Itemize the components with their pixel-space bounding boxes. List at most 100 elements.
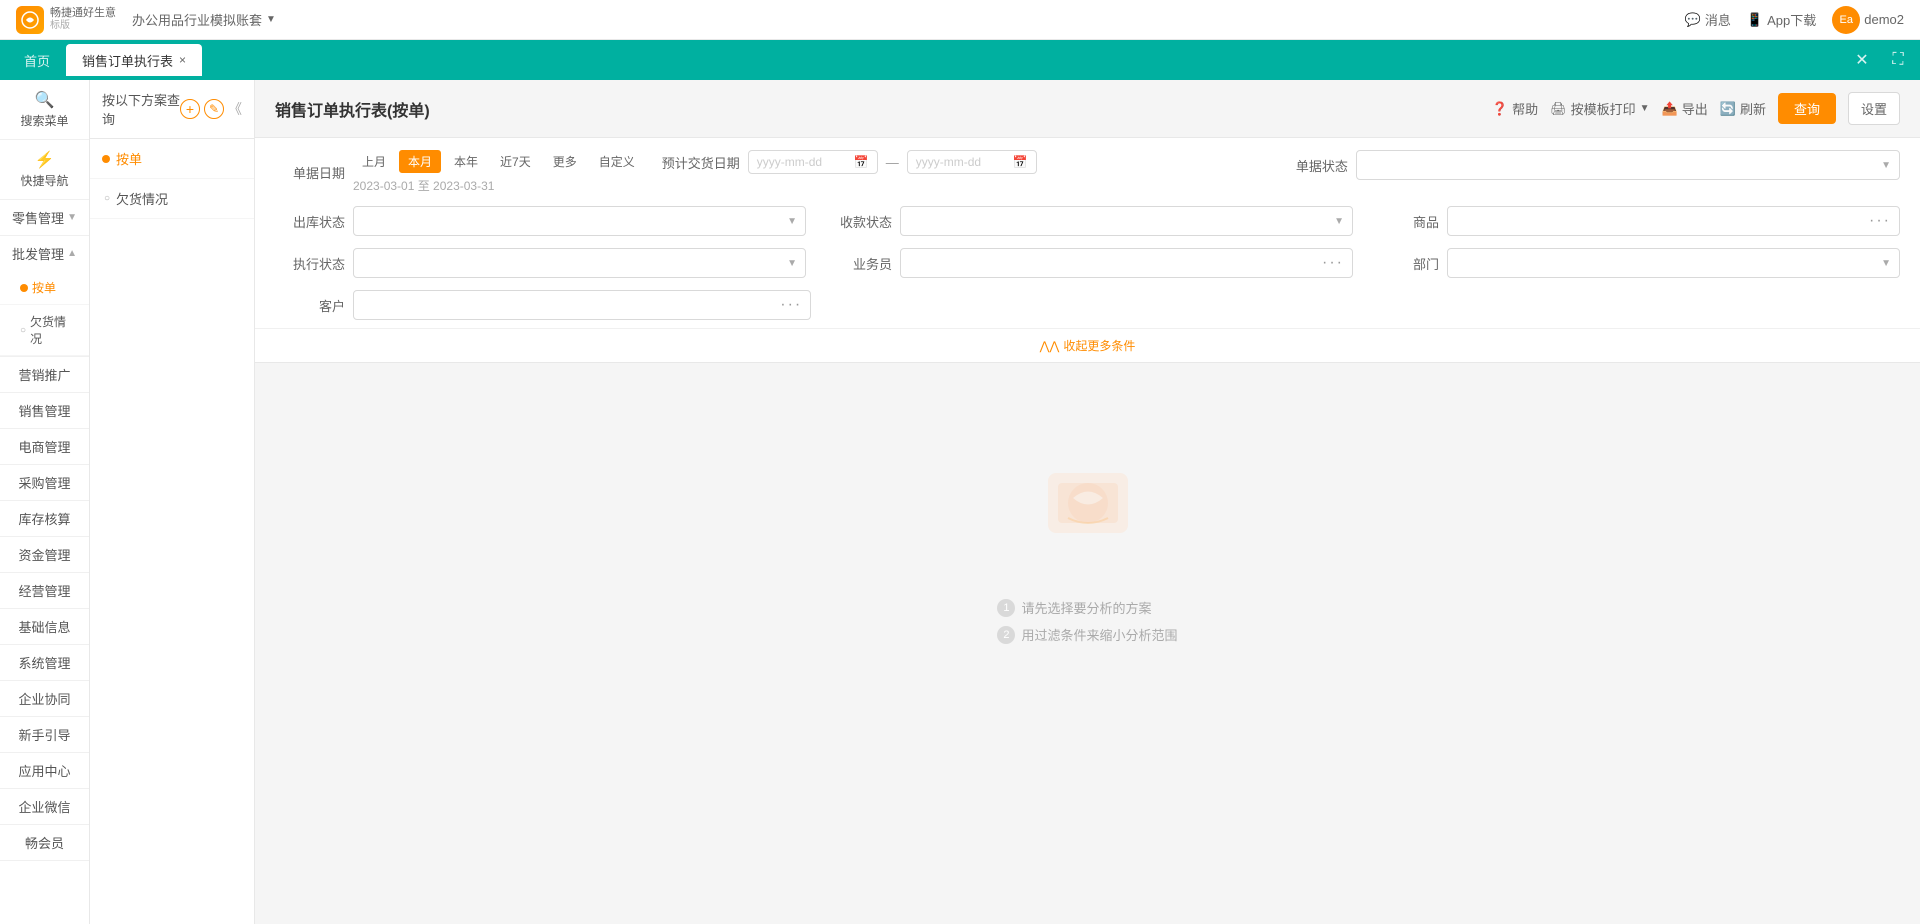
customer-label: 客户 <box>275 296 345 315</box>
receipt-arrow-icon: ▼ <box>1334 216 1344 227</box>
chevron-up-icon: ▲ <box>67 248 77 259</box>
left-panel: 按以下方案查询 + ✎ 《 按单 ○ 欠货情况 <box>90 80 255 924</box>
date-tab-this-month[interactable]: 本月 <box>399 150 441 173</box>
backorder-icon: ○ <box>104 193 110 204</box>
sidebar-sub-item-backorder[interactable]: ○ 欠货情况 <box>0 305 89 356</box>
date-tab-more[interactable]: 更多 <box>544 150 586 173</box>
wholesale-header[interactable]: 批发管理 ▲ <box>0 236 89 271</box>
app-download-button[interactable]: 📱 App下载 <box>1747 10 1816 29</box>
main-body: 销售订单执行表(按单) ❓ 帮助 🖨 按模板打印 ▼ 📤 导出 <box>255 80 1920 924</box>
tab-close-icon[interactable]: × <box>179 53 186 67</box>
page-title: 销售订单执行表(按单) <box>275 97 430 121</box>
exec-arrow-icon: ▼ <box>787 258 797 269</box>
calendar-icon: 📅 <box>854 155 869 169</box>
active-item-dot <box>102 155 110 163</box>
outbound-label: 出库状态 <box>275 212 345 231</box>
department-select[interactable]: ▼ <box>1447 248 1900 278</box>
sidebar-item-purchase[interactable]: 采购管理 <box>0 465 89 501</box>
salesman-dots-icon[interactable]: ··· <box>1322 254 1344 272</box>
export-button[interactable]: 📤 导出 <box>1662 99 1708 118</box>
print-button[interactable]: 🖨 按模板打印 ▼ <box>1550 99 1649 118</box>
product-select[interactable]: ··· <box>1447 206 1900 236</box>
select-arrow-icon: ▼ <box>1881 160 1891 171</box>
sidebar-item-sales[interactable]: 销售管理 <box>0 393 89 429</box>
sidebar-item-basic[interactable]: 基础信息 <box>0 609 89 645</box>
date-tab-last-month[interactable]: 上月 <box>353 150 395 173</box>
close-window-button[interactable]: ✕ <box>1848 46 1876 74</box>
salesman-select[interactable]: ··· <box>900 248 1353 278</box>
department-arrow-icon: ▼ <box>1881 258 1891 269</box>
sidebar-item-marketing[interactable]: 营销推广 <box>0 357 89 393</box>
collapse-left-panel-button[interactable]: 《 <box>228 99 242 119</box>
order-status-select[interactable]: ▼ <box>1356 150 1900 180</box>
sidebar-item-quick-nav[interactable]: ⚡ 快捷导航 <box>0 140 89 200</box>
date-tab-custom[interactable]: 自定义 <box>590 150 644 173</box>
query-button[interactable]: 查询 <box>1778 93 1836 124</box>
customer-select[interactable]: ··· <box>353 290 811 320</box>
sidebar-sub-item-order[interactable]: 按单 <box>0 271 89 305</box>
sub-icon: ○ <box>20 325 26 336</box>
maximize-button[interactable]: ⛶ <box>1884 46 1912 74</box>
collapse-button[interactable]: ⋀⋀ 收起更多条件 <box>255 328 1920 362</box>
date-tab-7days[interactable]: 近7天 <box>491 150 540 173</box>
user-menu[interactable]: Ea demo2 <box>1832 6 1904 34</box>
tab-home[interactable]: 首页 <box>8 44 66 76</box>
sidebar-item-operations[interactable]: 经营管理 <box>0 573 89 609</box>
help-button[interactable]: ❓ 帮助 <box>1492 99 1538 118</box>
empty-hints: 1 请先选择要分析的方案 2 用过滤条件来缩小分析范围 <box>997 598 1177 644</box>
sidebar: 🔍 搜索菜单 ⚡ 快捷导航 零售管理 ▼ 批发管理 ▲ 按单 ○ <box>0 80 90 924</box>
sidebar-item-enterprise[interactable]: 企业协同 <box>0 681 89 717</box>
product-label: 商品 <box>1369 212 1439 231</box>
tab-sales-execution[interactable]: 销售订单执行表 × <box>66 44 202 76</box>
refresh-icon: 🔄 <box>1720 101 1736 117</box>
sidebar-item-wechat[interactable]: 企业微信 <box>0 789 89 825</box>
tab-bar-actions: ✕ ⛶ <box>1848 46 1912 74</box>
print-dropdown-icon: ▼ <box>1640 103 1650 114</box>
sidebar-item-retail[interactable]: 零售管理 ▼ <box>0 200 89 236</box>
message-button[interactable]: 💬 消息 <box>1685 10 1731 29</box>
left-panel-item-order[interactable]: 按单 <box>90 139 254 179</box>
logo-area: 畅捷通好生意 标版 <box>16 6 116 34</box>
outbound-status-select[interactable]: ▼ <box>353 206 806 236</box>
collapse-icon: ⋀⋀ <box>1040 339 1060 353</box>
filter-section: 单据日期 上月 本月 本年 近7天 更多 自定义 2023-03-01 至 20… <box>255 138 1920 363</box>
sidebar-item-finance[interactable]: 资金管理 <box>0 537 89 573</box>
sidebar-item-member[interactable]: 畅会员 <box>0 825 89 861</box>
date-tab-this-year[interactable]: 本年 <box>445 150 487 173</box>
logo-text: 畅捷通好生意 标版 <box>50 7 116 32</box>
sidebar-item-system[interactable]: 系统管理 <box>0 645 89 681</box>
print-icon: 🖨 <box>1550 101 1567 117</box>
sidebar-item-ecommerce[interactable]: 电商管理 <box>0 429 89 465</box>
refresh-button[interactable]: 🔄 刷新 <box>1720 99 1766 118</box>
receipt-label: 收款状态 <box>822 212 892 231</box>
settings-button[interactable]: 设置 <box>1848 92 1900 125</box>
company-dropdown[interactable]: 办公用品行业模拟账套 ▼ <box>124 6 284 33</box>
avatar: Ea <box>1832 6 1860 34</box>
content-actions: ❓ 帮助 🖨 按模板打印 ▼ 📤 导出 🔄 刷新 <box>1492 92 1900 125</box>
date-tabs: 上月 本月 本年 近7天 更多 自定义 <box>353 150 644 173</box>
sidebar-item-inventory[interactable]: 库存核算 <box>0 501 89 537</box>
sidebar-item-newbie[interactable]: 新手引导 <box>0 717 89 753</box>
empty-state: 1 请先选择要分析的方案 2 用过滤条件来缩小分析范围 <box>255 363 1920 724</box>
product-dots-icon[interactable]: ··· <box>1869 212 1891 230</box>
exec-status-select[interactable]: ▼ <box>353 248 806 278</box>
receipt-status-select[interactable]: ▼ <box>900 206 1353 236</box>
date-separator: — <box>886 155 899 170</box>
tab-bar: 首页 销售订单执行表 × ✕ ⛶ <box>0 40 1920 80</box>
left-panel-item-backorder[interactable]: ○ 欠货情况 <box>90 179 254 219</box>
edit-scheme-button[interactable]: ✎ <box>204 99 224 119</box>
expected-date-start[interactable]: yyyy-mm-dd 📅 <box>748 150 878 174</box>
top-header: 畅捷通好生意 标版 办公用品行业模拟账套 ▼ 💬 消息 📱 App下载 Ea d… <box>0 0 1920 40</box>
sidebar-item-search[interactable]: 🔍 搜索菜单 <box>0 80 89 140</box>
customer-dots-icon[interactable]: ··· <box>780 296 802 314</box>
download-icon: 📱 <box>1747 12 1763 28</box>
hint-number-2: 2 <box>997 626 1015 644</box>
expected-date-label: 预计交货日期 <box>660 153 740 172</box>
empty-illustration <box>1028 443 1148 582</box>
company-name: 办公用品行业模拟账套 <box>132 10 262 29</box>
date-label: 单据日期 <box>275 163 345 182</box>
header-left: 畅捷通好生意 标版 办公用品行业模拟账套 ▼ <box>16 6 284 34</box>
add-scheme-button[interactable]: + <box>180 99 200 119</box>
expected-date-end[interactable]: yyyy-mm-dd 📅 <box>907 150 1037 174</box>
sidebar-item-apps[interactable]: 应用中心 <box>0 753 89 789</box>
